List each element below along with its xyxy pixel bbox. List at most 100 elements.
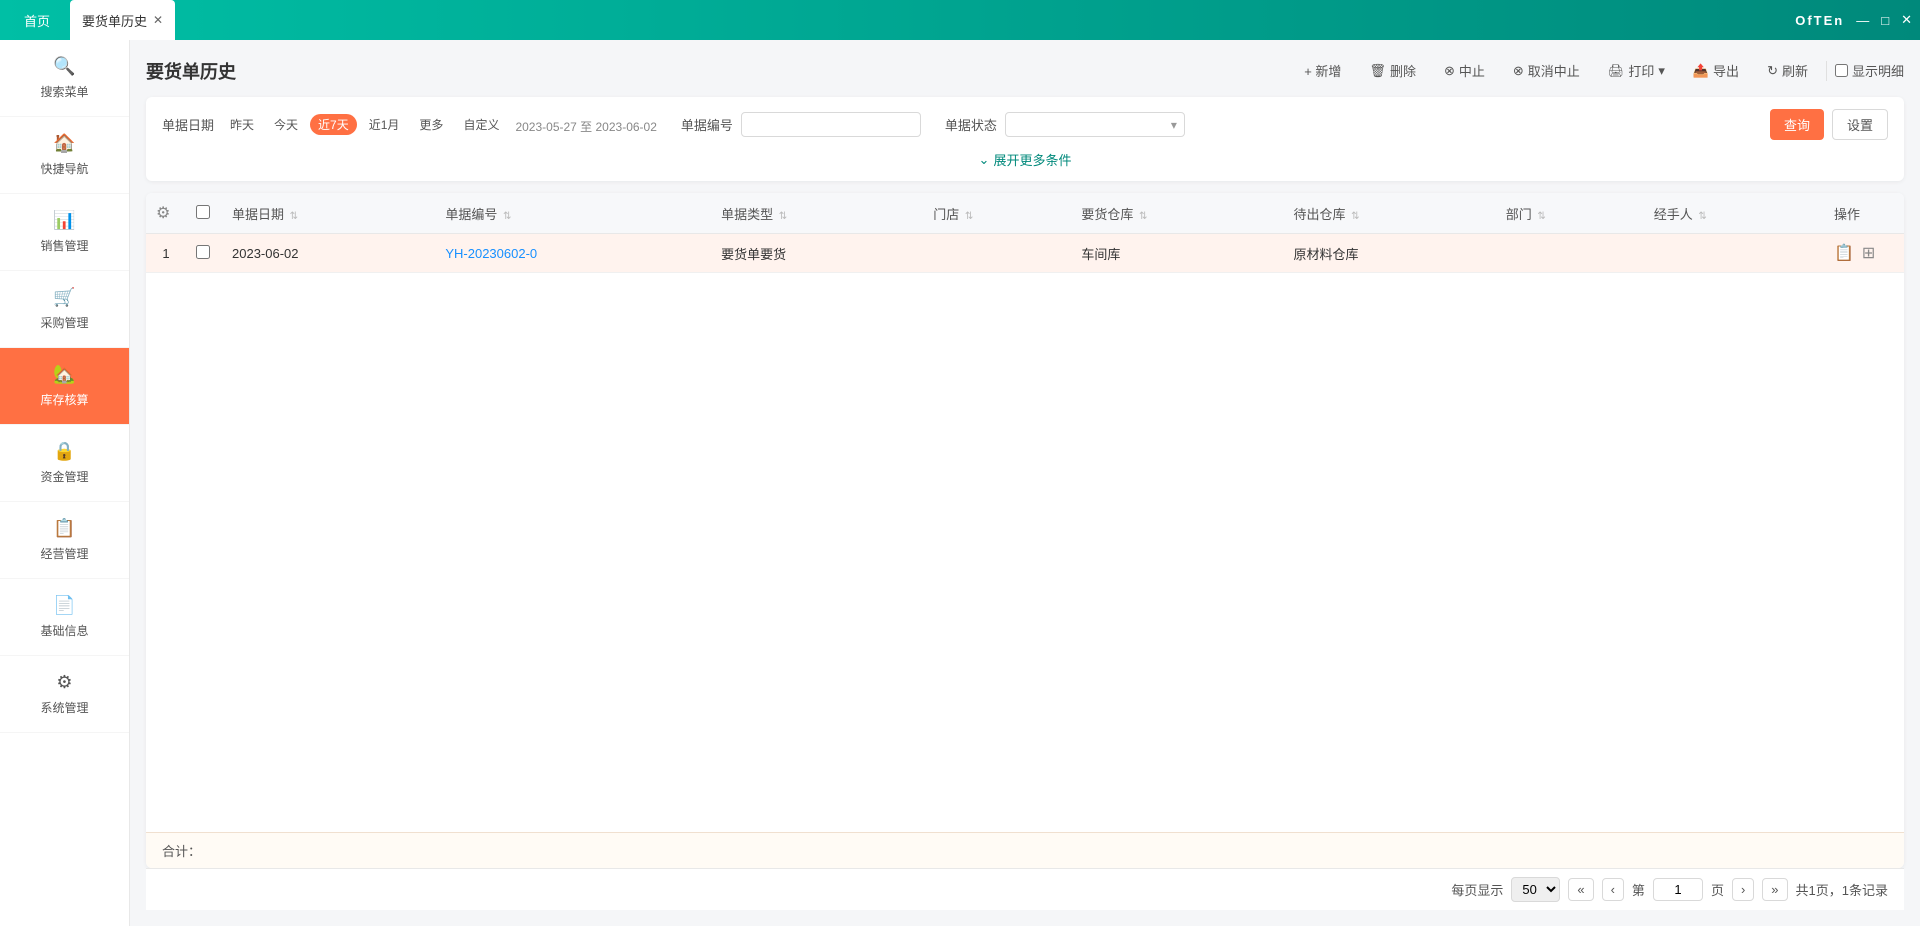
status-select[interactable] [1005,112,1185,137]
close-window-icon[interactable]: ✕ [1901,12,1912,28]
sidebar: 🔍 搜索菜单 🏠 快捷导航 📊 销售管理 🛒 采购管理 🏡 库存核算 🔒 资金管… [0,40,130,926]
prev-page-button[interactable]: ‹ [1602,878,1624,901]
sidebar-item-sales-mgmt[interactable]: 📊 销售管理 [0,194,129,271]
shortcut-7days[interactable]: 近7天 [310,114,357,135]
per-page-select[interactable]: 50 [1511,877,1560,902]
row-checkbox[interactable] [196,245,210,259]
col-pending-warehouse: 待出仓库 ⇅ [1284,193,1496,234]
action-icons: 📋 ⊞ [1834,243,1894,263]
status-select-wrapper [1005,112,1185,137]
col-doc-type: 单据类型 ⇅ [711,193,923,234]
column-settings-icon[interactable]: ⚙ [156,205,170,222]
page-unit: 页 [1711,880,1724,899]
sort-pending-warehouse-icon[interactable]: ⇅ [1351,211,1359,222]
sidebar-item-search-menu[interactable]: 🔍 搜索菜单 [0,40,129,117]
docno-input[interactable] [741,112,921,137]
expand-conditions-button[interactable]: ⌄ 展开更多条件 [979,150,1072,169]
page-title: 要货单历史 [146,58,236,84]
settings-button[interactable]: 设置 [1832,109,1888,140]
cancel-stop-icon: ⊗ [1513,63,1524,79]
col-checkbox [186,193,222,234]
sidebar-item-inventory-check[interactable]: 🏡 库存核算 [0,348,129,425]
date-range-display: 2023-05-27 至 2023-06-02 [515,118,656,135]
col-doc-date: 单据日期 ⇅ [222,193,435,234]
sidebar-label-basic-info: 基础信息 [40,622,88,639]
query-button[interactable]: 查询 [1770,109,1824,140]
toolbar: + 新增 🗑 删除 ⊗ 中止 ⊗ 取消中止 🖨 打印 ▾ [1294,56,1904,85]
warehouse-icon: 🏡 [53,364,75,385]
select-all-checkbox[interactable] [196,205,210,219]
last-page-button[interactable]: » [1762,878,1787,901]
row-store [923,234,1071,273]
sort-req-warehouse-icon[interactable]: ⇅ [1139,211,1147,222]
docno-filter-group: 单据编号 [681,112,921,137]
page-title-bar: 要货单历史 + 新增 🗑 删除 ⊗ 中止 ⊗ 取消中止 🖨 打印 [146,56,1904,85]
print-button[interactable]: 🖨 打印 ▾ [1598,56,1675,85]
chart-icon: 📊 [53,210,75,231]
show-detail-checkbox-label[interactable]: 显示明细 [1835,61,1904,80]
sidebar-label-search-menu: 搜索菜单 [40,83,88,100]
sort-dept-icon[interactable]: ⇅ [1537,211,1545,222]
filter-bar: 单据日期 昨天 今天 近7天 近1月 更多 自定义 2023-05-27 至 2… [146,97,1904,181]
per-page-label: 每页显示 [1451,880,1503,899]
tab-home[interactable]: 首页 [8,0,66,40]
page-input[interactable] [1653,878,1703,901]
doc-no-link[interactable]: YH-20230602-0 [445,246,537,261]
sidebar-item-basic-info[interactable]: 📄 基础信息 [0,579,129,656]
date-filter-label: 单据日期 [162,115,214,134]
status-filter-group: 单据状态 [945,112,1185,137]
shortcut-yesterday[interactable]: 昨天 [222,114,262,135]
new-button[interactable]: + 新增 [1294,56,1351,85]
table-scroll-area[interactable]: ⚙ 单据日期 ⇅ 单据编号 ⇅ [146,193,1904,832]
tab-requisition-history[interactable]: 要货单历史 ✕ [70,0,175,40]
sort-doc-type-icon[interactable]: ⇅ [779,211,787,222]
sort-doc-no-icon[interactable]: ⇅ [503,211,511,222]
stop-button[interactable]: ⊗ 中止 [1434,56,1495,85]
edit-icon[interactable]: 📋 [1834,243,1854,263]
row-actions-cell: 📋 ⊞ [1824,234,1904,273]
row-req-warehouse: 车间库 [1071,234,1283,273]
shortcut-more[interactable]: 更多 [411,114,451,135]
sidebar-label-purchase-mgmt: 采购管理 [40,314,88,331]
minimize-icon[interactable]: — [1856,13,1869,28]
clipboard-icon: 📋 [53,518,75,539]
sidebar-item-ops-mgmt[interactable]: 📋 经营管理 [0,502,129,579]
copy-icon[interactable]: ⊞ [1862,243,1875,263]
col-doc-no: 单据编号 ⇅ [435,193,711,234]
sidebar-item-quick-nav[interactable]: 🏠 快捷导航 [0,117,129,194]
col-store: 门店 ⇅ [923,193,1071,234]
table-summary: 合计： [146,832,1904,868]
shortcut-1month[interactable]: 近1月 [361,114,408,135]
sidebar-label-quick-nav: 快捷导航 [40,160,88,177]
row-num: 1 [146,234,186,273]
tab-close-icon[interactable]: ✕ [153,13,163,27]
sort-doc-date-icon[interactable]: ⇅ [290,211,298,222]
delete-button[interactable]: 🗑 删除 [1359,56,1426,85]
shortcut-today[interactable]: 今天 [266,114,306,135]
col-dept: 部门 ⇅ [1496,193,1644,234]
next-page-button[interactable]: › [1732,878,1754,901]
show-detail-checkbox[interactable] [1835,64,1848,77]
cancel-stop-button[interactable]: ⊗ 取消中止 [1503,56,1590,85]
shortcut-custom[interactable]: 自定义 [455,114,507,135]
sort-handler-icon[interactable]: ⇅ [1698,211,1706,222]
first-page-button[interactable]: « [1568,878,1593,901]
main-layout: 🔍 搜索菜单 🏠 快捷导航 📊 销售管理 🛒 采购管理 🏡 库存核算 🔒 资金管… [0,40,1920,926]
row-doc-type: 要货单要货 [711,234,923,273]
chevron-down-icon: ⌄ [979,152,990,168]
status-label: 单据状态 [945,115,997,134]
export-button[interactable]: 📤 导出 [1683,56,1749,85]
sidebar-item-finance-mgmt[interactable]: 🔒 资金管理 [0,425,129,502]
refresh-button[interactable]: ↻ 刷新 [1757,56,1818,85]
maximize-icon[interactable]: □ [1881,13,1889,28]
table-header: ⚙ 单据日期 ⇅ 单据编号 ⇅ [146,193,1904,234]
row-handler [1644,234,1824,273]
total-info: 共1页，1条记录 [1796,880,1888,899]
sidebar-label-sales-mgmt: 销售管理 [40,237,88,254]
sort-store-icon[interactable]: ⇅ [965,211,973,222]
sidebar-label-inventory-check: 库存核算 [40,391,88,408]
sidebar-item-system-mgmt[interactable]: ⚙ 系统管理 [0,656,129,733]
export-icon: 📤 [1693,63,1709,79]
sidebar-label-ops-mgmt: 经营管理 [40,545,88,562]
sidebar-item-purchase-mgmt[interactable]: 🛒 采购管理 [0,271,129,348]
